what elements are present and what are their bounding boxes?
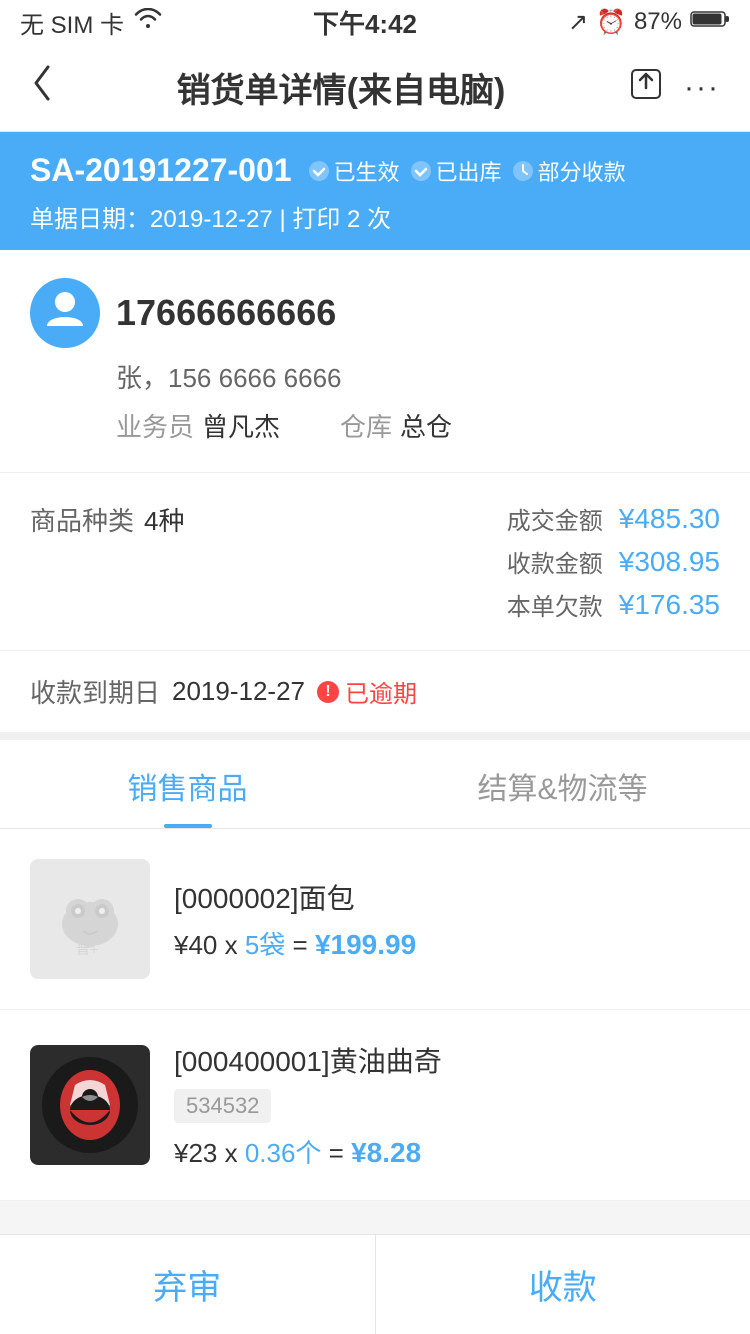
sales-person: 业务员 曾凡杰 xyxy=(116,407,280,444)
status-bar: 无 SIM 卡 下午4:42 ↗ ⏰ 87% xyxy=(0,0,750,44)
location-icon: ↗ xyxy=(568,8,588,37)
tabs-section: 销售商品 结算&物流等 xyxy=(0,740,750,829)
share-icon[interactable] xyxy=(628,66,664,110)
warehouse-label: 仓库 xyxy=(340,407,392,444)
product-type-value: 4种 xyxy=(144,501,184,538)
tab-settlement[interactable]: 结算&物流等 xyxy=(375,740,750,828)
product-thumb-2 xyxy=(30,1045,150,1165)
received-value: ¥308.95 xyxy=(619,546,720,578)
order-date: 单据日期：2019-12-27 xyxy=(30,206,273,233)
order-header: SA-20191227-001 已生效 已出库 部分收款 单据日期：2019-1… xyxy=(0,132,750,250)
stats-left: 商品种类 4种 xyxy=(30,501,184,544)
more-icon[interactable]: ··· xyxy=(684,71,720,105)
warehouse-value: 总仓 xyxy=(400,407,452,444)
deal-amount-label: 成交金额 xyxy=(507,501,603,536)
product-thumb-1: 晋+ xyxy=(30,859,150,979)
svg-text:晋+: 晋+ xyxy=(76,941,98,957)
product-list: 晋+ [0000002]面包 ¥40 x 5袋 = ¥199.99 xyxy=(0,829,750,1201)
alarm-icon: ⏰ xyxy=(596,8,626,37)
sales-label: 业务员 xyxy=(116,407,194,444)
tab-underline xyxy=(164,824,212,828)
nav-right-icons: ··· xyxy=(628,66,720,110)
customer-row: 17666666666 xyxy=(30,278,720,348)
back-button[interactable] xyxy=(30,63,54,112)
due-section: 收款到期日 2019-12-27 ! 已逾期 xyxy=(0,651,750,740)
customer-phone: 17666666666 xyxy=(116,292,336,334)
product-name-2: [000400001]黄油曲奇 xyxy=(174,1040,720,1080)
stats-section: 商品种类 4种 成交金额 ¥485.30 收款金额 ¥308.95 本单欠款 ¥… xyxy=(0,473,750,651)
overdue-dot-icon: ! xyxy=(317,681,339,703)
sales-value: 曾凡杰 xyxy=(202,407,280,444)
battery-text: 87% xyxy=(634,8,682,36)
product-name-1: [0000002]面包 xyxy=(174,877,720,917)
collect-payment-button[interactable]: 收款 xyxy=(376,1235,750,1334)
status-right: ↗ ⏰ 87% xyxy=(568,8,730,37)
status-badges: 已生效 已出库 部分收款 xyxy=(308,155,626,187)
customer-sub: 张，156 6666 6666 xyxy=(116,358,720,395)
signal-no-sim: 无 SIM 卡 xyxy=(20,5,124,40)
customer-detail: 业务员 曾凡杰 仓库 总仓 xyxy=(116,407,720,444)
order-id: SA-20191227-001 xyxy=(30,152,292,189)
discard-review-button[interactable]: 弃审 xyxy=(0,1235,376,1334)
battery-icon xyxy=(690,8,730,36)
avatar xyxy=(30,278,100,348)
wifi-icon xyxy=(134,8,162,37)
debt-label: 本单欠款 xyxy=(507,587,603,622)
badge-activated: 已生效 xyxy=(308,155,400,187)
list-item: 晋+ [0000002]面包 ¥40 x 5袋 = ¥199.99 xyxy=(0,829,750,1010)
deal-amount-value: ¥485.30 xyxy=(619,503,720,535)
nav-bar: 销货单详情(来自电脑) ··· xyxy=(0,44,750,132)
overdue-text: 已逾期 xyxy=(345,674,417,709)
list-item: [000400001]黄油曲奇 534532 ¥23 x 0.36个 = ¥8.… xyxy=(0,1010,750,1201)
product-info-1: [0000002]面包 ¥40 x 5袋 = ¥199.99 xyxy=(174,877,720,962)
product-placeholder-1: 晋+ xyxy=(30,859,150,979)
product-image-2 xyxy=(30,1045,150,1165)
overdue-badge: ! 已逾期 xyxy=(317,674,417,709)
product-type-row: 商品种类 4种 xyxy=(30,501,184,538)
debt-amount-row: 本单欠款 ¥176.35 xyxy=(507,587,720,622)
debt-value: ¥176.35 xyxy=(619,589,720,621)
badge-shipped: 已出库 xyxy=(410,155,502,187)
order-meta: 单据日期：2019-12-27 | 打印 2 次 xyxy=(30,199,720,234)
order-print-count: | 打印 2 次 xyxy=(279,206,391,233)
product-price-1: ¥40 x 5袋 = ¥199.99 xyxy=(174,925,720,962)
status-time: 下午4:42 xyxy=(313,4,417,41)
deal-amount-row: 成交金额 ¥485.30 xyxy=(507,501,720,536)
tab-sales-products[interactable]: 销售商品 xyxy=(0,740,375,828)
customer-section: 17666666666 张，156 6666 6666 业务员 曾凡杰 仓库 总… xyxy=(0,250,750,473)
bottom-bar: 弃审 收款 xyxy=(0,1234,750,1334)
avatar-icon xyxy=(43,286,87,340)
due-date: 2019-12-27 xyxy=(172,676,305,707)
product-batch-2: 534532 xyxy=(174,1089,271,1123)
received-label: 收款金额 xyxy=(507,544,603,579)
badge-partial-payment: 部分收款 xyxy=(512,155,626,187)
due-label: 收款到期日 xyxy=(30,673,160,710)
warehouse: 仓库 总仓 xyxy=(340,407,452,444)
product-price-2: ¥23 x 0.36个 = ¥8.28 xyxy=(174,1133,720,1170)
product-type-label: 商品种类 xyxy=(30,501,134,538)
stats-right: 成交金额 ¥485.30 收款金额 ¥308.95 本单欠款 ¥176.35 xyxy=(507,501,720,622)
page-title: 销货单详情(来自电脑) xyxy=(177,63,506,112)
received-amount-row: 收款金额 ¥308.95 xyxy=(507,544,720,579)
product-info-2: [000400001]黄油曲奇 534532 ¥23 x 0.36个 = ¥8.… xyxy=(174,1040,720,1170)
status-left: 无 SIM 卡 xyxy=(20,5,162,40)
